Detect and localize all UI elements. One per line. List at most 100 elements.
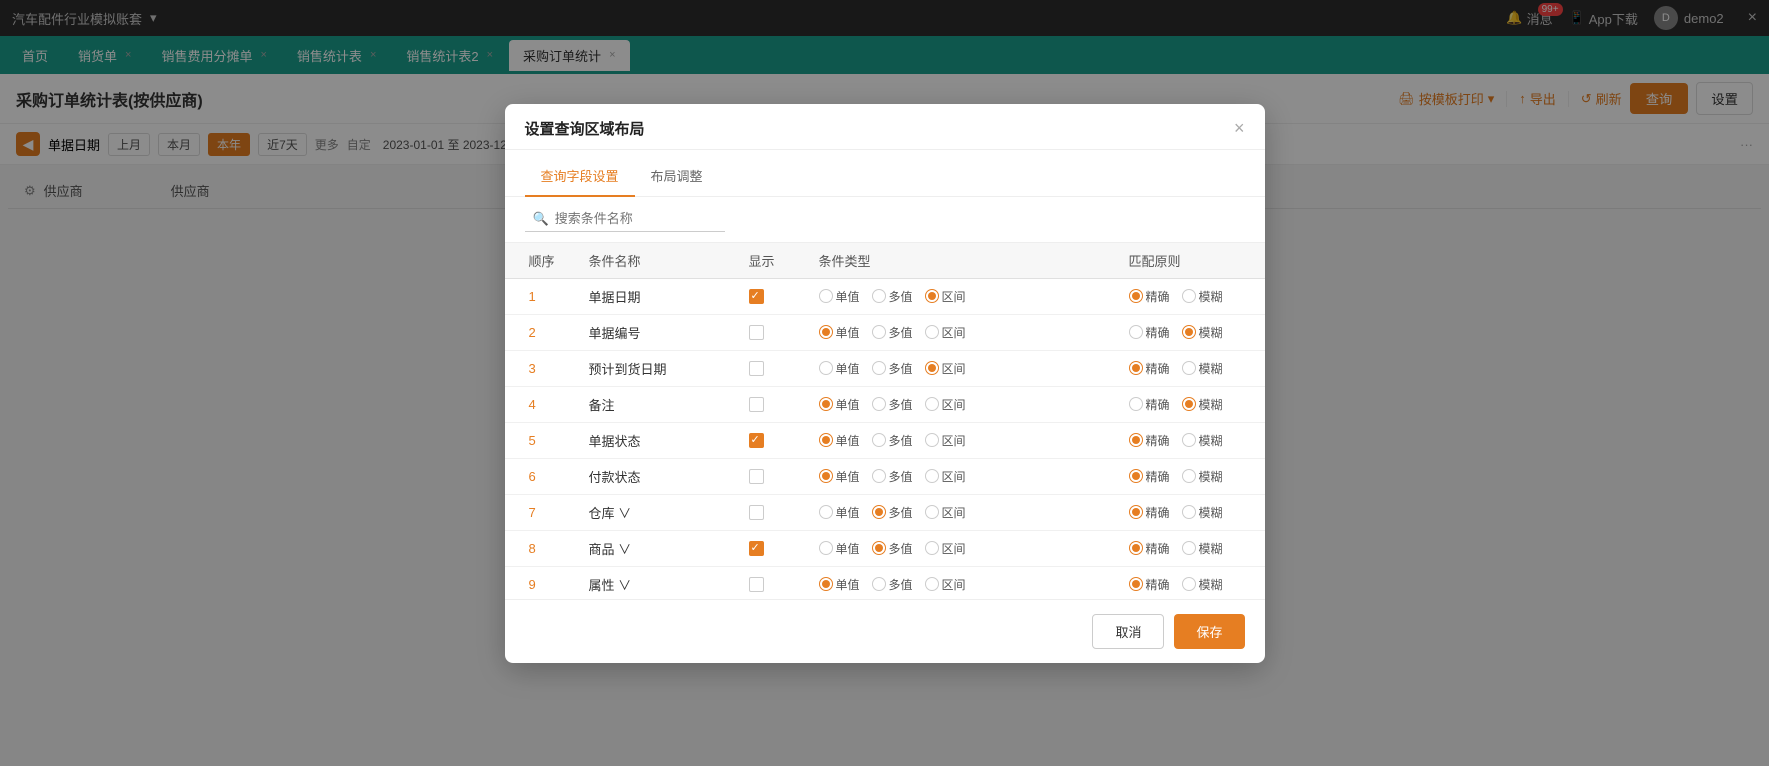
type-option-多值[interactable]: 多值 bbox=[872, 288, 913, 305]
match-option-精确[interactable]: 精确 bbox=[1129, 504, 1170, 521]
cell-type: 单值多值区间 bbox=[815, 352, 1125, 385]
seq-num: 8 bbox=[529, 541, 536, 556]
match-option-模糊[interactable]: 模糊 bbox=[1182, 468, 1223, 485]
match-option-精确[interactable]: 精确 bbox=[1129, 360, 1170, 377]
match-option-精确[interactable]: 精确 bbox=[1129, 468, 1170, 485]
match-option-label: 精确 bbox=[1146, 540, 1170, 557]
match-option-精确[interactable]: 精确 bbox=[1129, 396, 1170, 413]
cell-match: 精确模糊 bbox=[1125, 316, 1245, 349]
type-option-label: 单值 bbox=[836, 432, 860, 449]
display-checkbox[interactable] bbox=[749, 289, 764, 304]
type-option-区间[interactable]: 区间 bbox=[925, 540, 966, 557]
type-option-多值[interactable]: 多值 bbox=[872, 540, 913, 557]
cancel-btn[interactable]: 取消 bbox=[1092, 614, 1164, 649]
match-option-label: 精确 bbox=[1146, 288, 1170, 305]
cell-type: 单值 多值区间 bbox=[815, 280, 1125, 313]
match-option-精确[interactable]: 精确 bbox=[1129, 324, 1170, 341]
type-option-label: 多值 bbox=[889, 288, 913, 305]
type-option-单值[interactable]: 单值 bbox=[819, 432, 860, 449]
match-option-label: 模糊 bbox=[1199, 432, 1223, 449]
match-option-模糊[interactable]: 模糊 bbox=[1182, 396, 1223, 413]
cell-seq: 1 bbox=[525, 281, 585, 312]
match-option-模糊[interactable]: 模糊 bbox=[1182, 432, 1223, 449]
dialog-close-btn[interactable]: × bbox=[1234, 118, 1245, 139]
type-option-区间[interactable]: 区间 bbox=[925, 396, 966, 413]
dialog-tabs: 查询字段设置 布局调整 bbox=[505, 150, 1265, 197]
dialog-tab-layout[interactable]: 布局调整 bbox=[635, 160, 719, 197]
cell-display bbox=[745, 352, 815, 384]
type-option-区间[interactable]: 区间 bbox=[925, 324, 966, 341]
match-option-模糊[interactable]: 模糊 bbox=[1182, 540, 1223, 557]
match-option-精确[interactable]: 精确 bbox=[1129, 576, 1170, 593]
match-option-模糊[interactable]: 模糊 bbox=[1182, 324, 1223, 341]
match-option-模糊[interactable]: 模糊 bbox=[1182, 288, 1223, 305]
table-row: 6付款状态单值多值区间精确模糊 bbox=[505, 459, 1265, 495]
type-option-区间[interactable]: 区间 bbox=[925, 288, 966, 305]
type-option-label: 区间 bbox=[942, 504, 966, 521]
type-option-区间[interactable]: 区间 bbox=[925, 468, 966, 485]
display-checkbox[interactable] bbox=[749, 433, 764, 448]
type-option-区间[interactable]: 区间 bbox=[925, 504, 966, 521]
search-underline: 🔍 bbox=[525, 207, 725, 232]
display-checkbox[interactable] bbox=[749, 325, 764, 340]
radio-dot bbox=[872, 289, 886, 303]
display-checkbox[interactable] bbox=[749, 397, 764, 412]
type-option-单值[interactable]: 单值 bbox=[819, 288, 860, 305]
type-option-多值[interactable]: 多值 bbox=[872, 468, 913, 485]
type-option-单值[interactable]: 单值 bbox=[819, 540, 860, 557]
type-option-单值[interactable]: 单值 bbox=[819, 360, 860, 377]
display-checkbox[interactable] bbox=[749, 541, 764, 556]
search-input[interactable] bbox=[555, 211, 731, 226]
radio-dot bbox=[872, 325, 886, 339]
cell-name: 单据日期 bbox=[585, 279, 745, 314]
display-checkbox[interactable] bbox=[749, 361, 764, 376]
match-option-精确[interactable]: 精确 bbox=[1129, 288, 1170, 305]
type-option-单值[interactable]: 单值 bbox=[819, 504, 860, 521]
match-option-模糊[interactable]: 模糊 bbox=[1182, 576, 1223, 593]
type-option-多值[interactable]: 多值 bbox=[872, 324, 913, 341]
save-btn[interactable]: 保存 bbox=[1174, 614, 1244, 649]
match-option-label: 模糊 bbox=[1199, 396, 1223, 413]
type-option-单值[interactable]: 单值 bbox=[819, 324, 860, 341]
display-checkbox[interactable] bbox=[749, 469, 764, 484]
match-option-模糊[interactable]: 模糊 bbox=[1182, 360, 1223, 377]
type-option-label: 区间 bbox=[942, 468, 966, 485]
cell-display bbox=[745, 460, 815, 492]
type-option-label: 区间 bbox=[942, 396, 966, 413]
type-option-多值[interactable]: 多值 bbox=[872, 360, 913, 377]
type-option-多值[interactable]: 多值 bbox=[872, 576, 913, 593]
cell-match: 精确模糊 bbox=[1125, 460, 1245, 493]
display-checkbox[interactable] bbox=[749, 505, 764, 520]
cell-name: 付款状态 bbox=[585, 459, 745, 494]
table-row: 1单据日期 单值 多值区间 精确模糊 bbox=[505, 279, 1265, 315]
display-checkbox[interactable] bbox=[749, 577, 764, 592]
type-option-区间[interactable]: 区间 bbox=[925, 432, 966, 449]
type-option-多值[interactable]: 多值 bbox=[872, 432, 913, 449]
cell-seq: 5 bbox=[525, 425, 585, 456]
dialog-tab-query-fields[interactable]: 查询字段设置 bbox=[525, 160, 635, 197]
radio-dot bbox=[925, 397, 939, 411]
type-option-区间[interactable]: 区间 bbox=[925, 576, 966, 593]
type-option-区间[interactable]: 区间 bbox=[925, 360, 966, 377]
match-option-模糊[interactable]: 模糊 bbox=[1182, 504, 1223, 521]
match-option-精确[interactable]: 精确 bbox=[1129, 540, 1170, 557]
cell-match: 精确模糊 bbox=[1125, 352, 1245, 385]
type-option-label: 单值 bbox=[836, 288, 860, 305]
cell-display bbox=[745, 316, 815, 348]
type-option-多值[interactable]: 多值 bbox=[872, 504, 913, 521]
type-option-label: 多值 bbox=[889, 432, 913, 449]
table-row: 7仓库 ∨单值多值区间精确模糊 bbox=[505, 495, 1265, 531]
type-option-单值[interactable]: 单值 bbox=[819, 576, 860, 593]
cell-name: 属性 ∨ bbox=[585, 567, 745, 599]
match-radio-dot bbox=[1129, 541, 1143, 555]
type-option-单值[interactable]: 单值 bbox=[819, 468, 860, 485]
cell-type: 单值多值 区间 bbox=[815, 496, 1125, 529]
match-option-精确[interactable]: 精确 bbox=[1129, 432, 1170, 449]
radio-dot bbox=[872, 433, 886, 447]
cell-display bbox=[745, 496, 815, 528]
seq-num: 9 bbox=[529, 577, 536, 592]
type-option-单值[interactable]: 单值 bbox=[819, 396, 860, 413]
dialog-footer: 取消 保存 bbox=[505, 599, 1265, 663]
type-option-多值[interactable]: 多值 bbox=[872, 396, 913, 413]
cell-type: 单值多值 区间 bbox=[815, 388, 1125, 421]
